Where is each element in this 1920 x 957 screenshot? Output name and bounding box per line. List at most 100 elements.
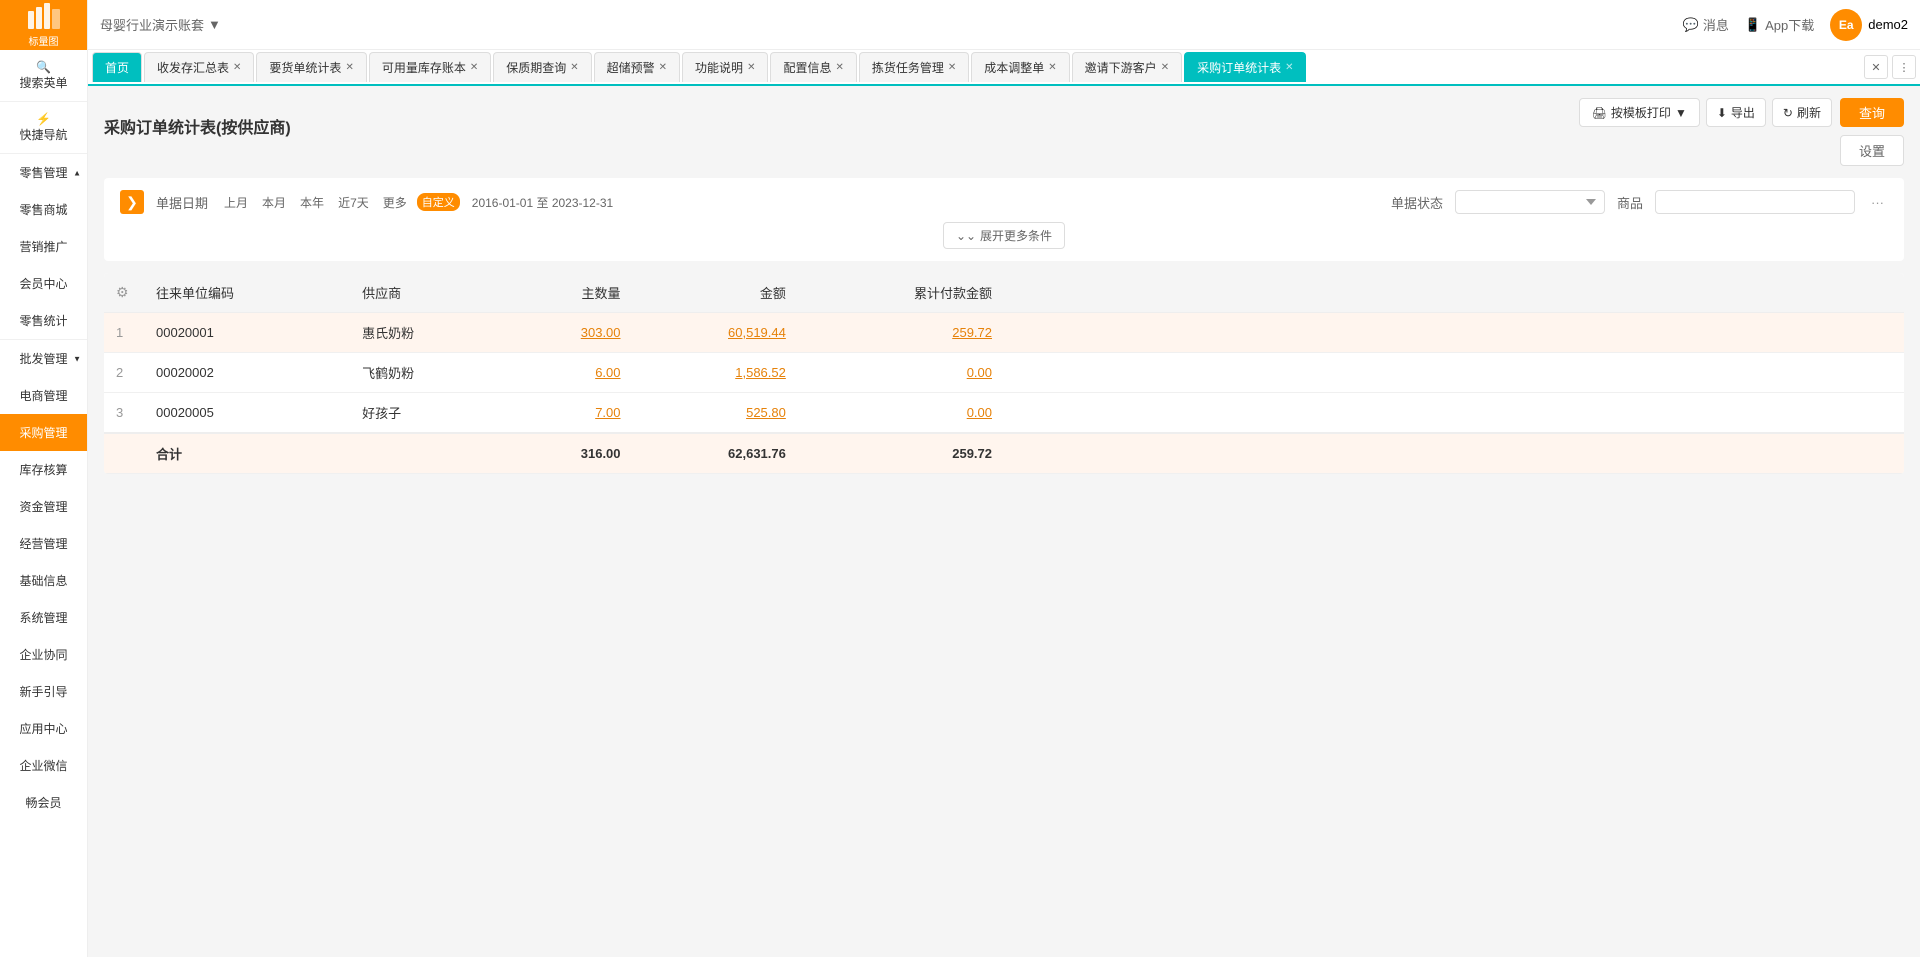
sidebar-item-search[interactable]: 🔍 搜索英单	[0, 50, 87, 102]
tab-config[interactable]: 配置信息 ✕	[770, 52, 856, 82]
sidebar-item-wechat[interactable]: 企业微信	[0, 747, 87, 784]
table-row[interactable]: 1 00020001 惠氏奶粉 303.00 60,519.44 259.72	[104, 313, 1904, 353]
sidebar-item-finance[interactable]: 资金管理	[0, 488, 87, 525]
tab-invite[interactable]: 邀请下游客户 ✕	[1072, 52, 1182, 82]
tab-goods-stat-label: 要货单统计表	[269, 59, 341, 76]
sidebar-item-member[interactable]: 会员中心	[0, 265, 87, 302]
sidebar-item-retail-shop[interactable]: 零售商城	[0, 191, 87, 228]
tab-cost-adjust[interactable]: 成本调整单 ✕	[971, 52, 1069, 82]
query-button[interactable]: 查询	[1840, 98, 1904, 127]
sidebar-item-ecommerce[interactable]: 电商管理	[0, 377, 87, 414]
tab-overstock[interactable]: 超储预警 ✕	[594, 52, 680, 82]
tab-receive-close[interactable]: ✕	[233, 62, 241, 73]
logo-text: 标量图	[29, 33, 59, 48]
tab-close-all-button[interactable]: ✕	[1864, 55, 1888, 79]
page-header-actions: 🖨 按模板打印 ▼ ⬇ 导出 ↻ 刷新 查询 设置	[1579, 98, 1904, 166]
tab-purchase-stat-close[interactable]: ✕	[1285, 62, 1293, 73]
tab-expiry-close[interactable]: ✕	[570, 62, 578, 73]
tab-menu-button[interactable]: ⋮	[1892, 55, 1916, 79]
tab-inventory-book-close[interactable]: ✕	[470, 62, 478, 73]
tab-receive-label: 收发存汇总表	[157, 59, 229, 76]
goods-label: 商品	[1617, 193, 1643, 212]
sidebar-item-ops[interactable]: 经营管理	[0, 525, 87, 562]
export-button[interactable]: ⬇ 导出	[1706, 98, 1766, 127]
row-amount[interactable]: 60,519.44	[633, 313, 798, 353]
tab-purchase-stat[interactable]: 采购订单统计表 ✕	[1184, 52, 1306, 82]
user-profile[interactable]: Ea demo2	[1830, 9, 1908, 41]
sidebar-item-system[interactable]: 系统管理	[0, 599, 87, 636]
footer-label: 合计	[144, 433, 504, 474]
custom-date-badge[interactable]: 自定义	[417, 193, 460, 211]
sidebar-item-inventory[interactable]: 库存核算	[0, 451, 87, 488]
sidebar-item-marketing[interactable]: 营销推广	[0, 228, 87, 265]
tab-invite-close[interactable]: ✕	[1161, 62, 1169, 73]
sidebar-item-retail-stats[interactable]: 零售统计	[0, 302, 87, 339]
tab-pick-task-close[interactable]: ✕	[948, 62, 956, 73]
shortcut-this-year[interactable]: 本年	[296, 192, 328, 213]
settings-button[interactable]: 设置	[1840, 135, 1904, 166]
tab-goods-stat[interactable]: 要货单统计表 ✕	[256, 52, 366, 82]
row-num: 2	[104, 353, 144, 393]
shortcut-this-month[interactable]: 本月	[258, 192, 290, 213]
tab-func-close[interactable]: ✕	[747, 62, 755, 73]
sidebar-item-shortcut[interactable]: ⚡ 快捷导航	[0, 102, 87, 154]
shortcut-last-month[interactable]: 上月	[220, 192, 252, 213]
tab-pick-task[interactable]: 拣货任务管理 ✕	[859, 52, 969, 82]
tab-expiry[interactable]: 保质期查询 ✕	[493, 52, 591, 82]
message-button[interactable]: 💬 消息	[1683, 15, 1729, 34]
tab-config-close[interactable]: ✕	[835, 62, 843, 73]
tab-overstock-close[interactable]: ✕	[659, 62, 667, 73]
tab-receive[interactable]: 收发存汇总表 ✕	[144, 52, 254, 82]
row-qty[interactable]: 6.00	[504, 353, 633, 393]
account-dropdown[interactable]: 母婴行业演示账套 ▼	[100, 15, 221, 34]
status-select[interactable]: 待审核 已审核	[1455, 190, 1605, 214]
col-header-qty: 主数量	[504, 273, 633, 313]
table-footer-row: 合计 316.00 62,631.76 259.72	[104, 433, 1904, 474]
row-amount[interactable]: 1,586.52	[633, 353, 798, 393]
row-num: 1	[104, 313, 144, 353]
footer-qty: 316.00	[504, 433, 633, 474]
shortcut-more[interactable]: 更多	[379, 192, 411, 213]
date-range-display: 2016-01-01 至 2023-12-31	[472, 194, 613, 211]
row-paid[interactable]: 259.72	[798, 313, 1004, 353]
column-settings-icon[interactable]: ⚙	[116, 284, 129, 300]
shortcut-7days[interactable]: 近7天	[334, 192, 373, 213]
sidebar-logo[interactable]: 标量图	[0, 0, 87, 50]
app-download-button[interactable]: 📱 App下载	[1745, 15, 1814, 34]
print-button[interactable]: 🖨 按模板打印 ▼	[1579, 98, 1700, 127]
tab-cost-adjust-close[interactable]: ✕	[1048, 62, 1056, 73]
tab-goods-stat-close[interactable]: ✕	[345, 62, 353, 73]
sidebar-item-enterprise[interactable]: 企业协同	[0, 636, 87, 673]
refresh-button[interactable]: ↻ 刷新	[1772, 98, 1832, 127]
date-shortcuts: 上月 本月 本年 近7天 更多 自定义	[220, 192, 460, 213]
sidebar-section-retail: 零售管理 零售商城 营销推广 会员中心 零售统计	[0, 154, 87, 340]
tab-home[interactable]: 首页	[92, 52, 142, 82]
row-amount[interactable]: 525.80	[633, 393, 798, 434]
table-row[interactable]: 2 00020002 飞鹤奶粉 6.00 1,586.52 0.00	[104, 353, 1904, 393]
tab-func[interactable]: 功能说明 ✕	[682, 52, 768, 82]
tab-invite-label: 邀请下游客户	[1085, 59, 1157, 76]
row-qty[interactable]: 303.00	[504, 313, 633, 353]
filter-toggle-button[interactable]: ❯	[120, 190, 144, 214]
expand-icon: ⌄⌄	[956, 229, 976, 243]
sidebar-item-retail[interactable]: 零售管理	[0, 154, 87, 191]
row-supplier: 惠氏奶粉	[350, 313, 504, 353]
table-row[interactable]: 3 00020005 好孩子 7.00 525.80 0.00	[104, 393, 1904, 434]
row-supplier: 飞鹤奶粉	[350, 353, 504, 393]
sidebar-item-vip[interactable]: 畅会员	[0, 784, 87, 821]
sidebar-item-newbie[interactable]: 新手引导	[0, 673, 87, 710]
topbar: 母婴行业演示账套 ▼ 💬 消息 📱 App下载 Ea demo2	[88, 0, 1920, 50]
goods-input[interactable]	[1655, 190, 1855, 214]
goods-more-icon[interactable]: ···	[1867, 195, 1888, 210]
sidebar-item-basic[interactable]: 基础信息	[0, 562, 87, 599]
sidebar-item-wholesale[interactable]: 批发管理	[0, 340, 87, 377]
sidebar-item-apps[interactable]: 应用中心	[0, 710, 87, 747]
main-content: 母婴行业演示账套 ▼ 💬 消息 📱 App下载 Ea demo2 首页 收发存汇…	[88, 0, 1920, 957]
sidebar-item-purchase[interactable]: 采购管理	[0, 414, 87, 451]
tab-inventory-book[interactable]: 可用量库存账本 ✕	[369, 52, 491, 82]
row-paid[interactable]: 0.00	[798, 353, 1004, 393]
expand-filter-button[interactable]: ⌄⌄ 展开更多条件	[943, 222, 1065, 249]
row-qty[interactable]: 7.00	[504, 393, 633, 434]
print-icon: 🖨	[1592, 106, 1607, 120]
row-paid[interactable]: 0.00	[798, 393, 1004, 434]
